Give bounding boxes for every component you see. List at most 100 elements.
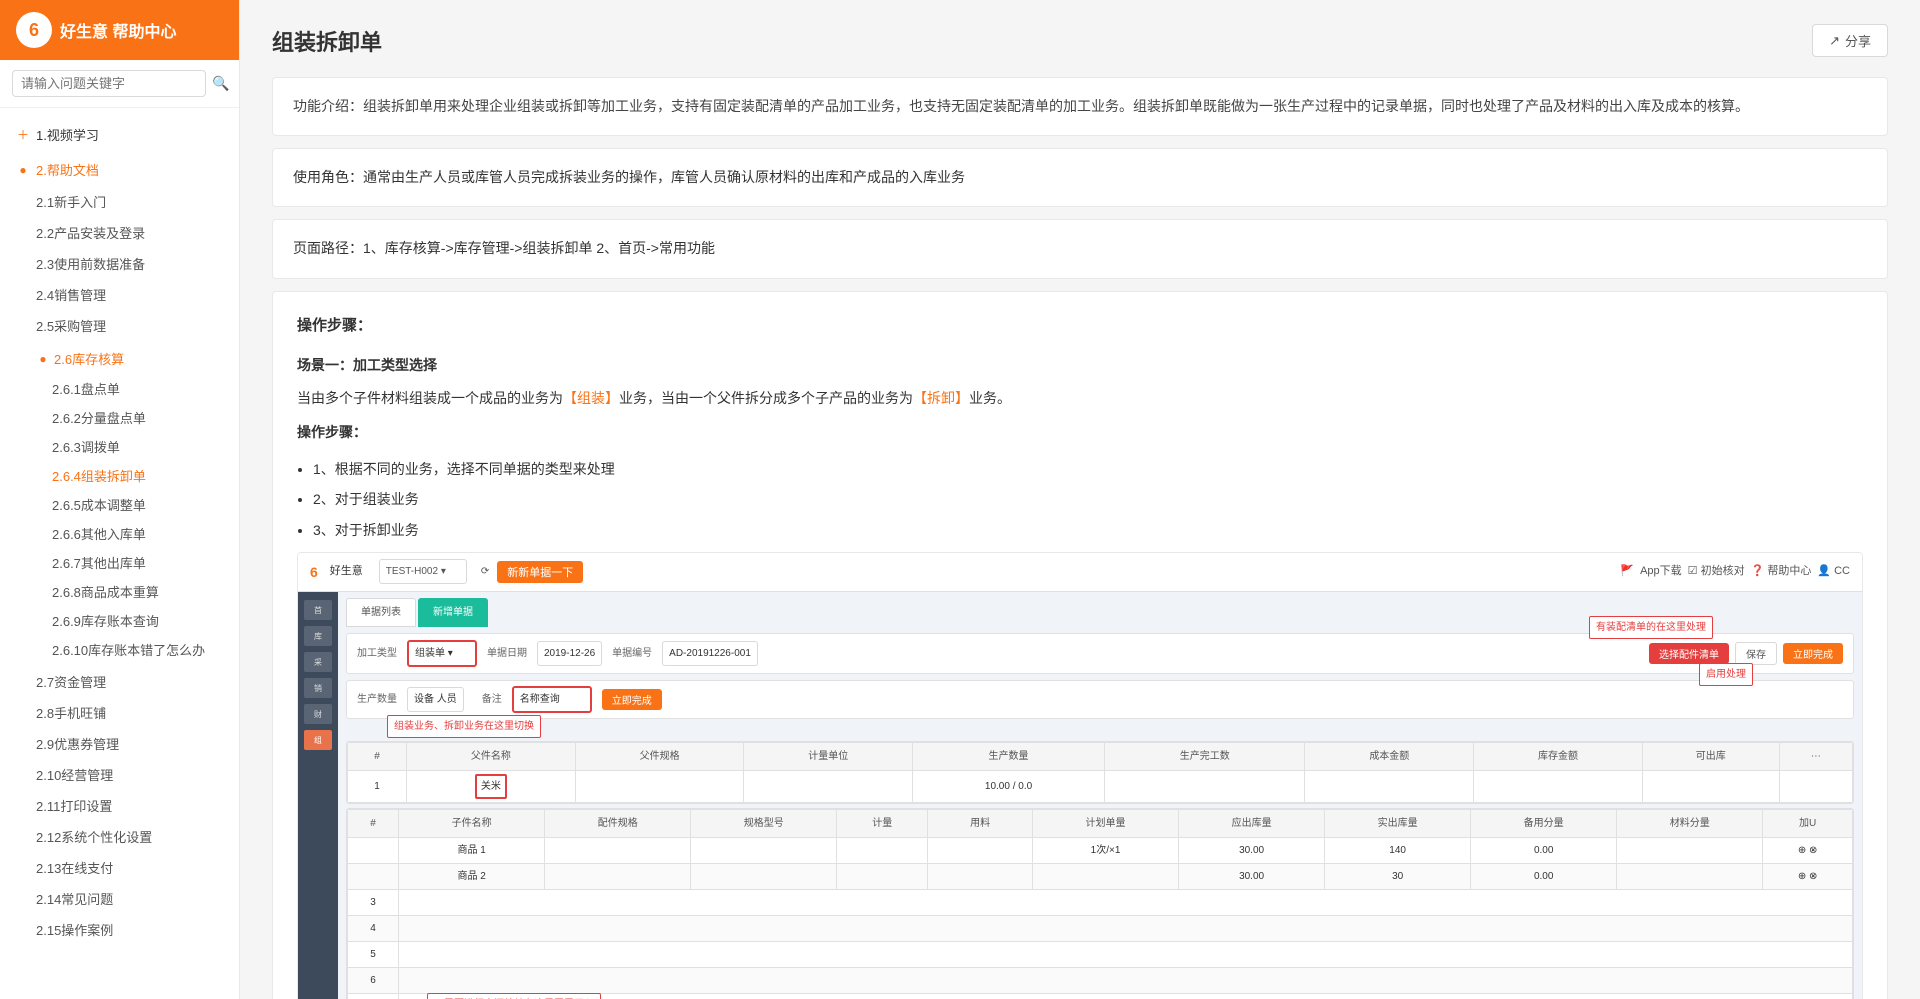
- sidebar-item-faq[interactable]: 2.14常见问题: [28, 883, 239, 914]
- fake-finish-btn[interactable]: 立即完成: [602, 689, 662, 710]
- fake-refresh-icon: ⟳: [481, 562, 489, 581]
- search-button[interactable]: 🔍: [212, 75, 229, 92]
- lrow3-empty: [399, 890, 1853, 916]
- sidebar-item-new[interactable]: 2.1新手入门: [28, 186, 239, 217]
- cell-sval: [1474, 771, 1643, 803]
- table-row: 3: [348, 890, 1853, 916]
- fake-form-actions: 选择配件清单 保存 立即完成: [1649, 642, 1843, 665]
- fake-tab-new[interactable]: 新增单据: [418, 598, 488, 627]
- fake-config-btn[interactable]: 选择配件清单: [1649, 643, 1729, 664]
- fake-help-icon: ❓ 帮助中心: [1751, 561, 1812, 582]
- fake-date-value: 2019-12-26: [537, 641, 602, 666]
- fake-lower-table-wrapper: # 子件名称 配件规格 规格型号 计量 用料 计划单量 应出库量 实出库量: [346, 808, 1854, 999]
- sidebar-item-docs[interactable]: ● 2.帮助文档: [0, 153, 239, 186]
- sidebar-item-s266[interactable]: 2.6.6其他入库单: [44, 519, 239, 548]
- col-available: 可出库: [1642, 743, 1779, 771]
- role-card: 使用角色：通常由生产人员或库管人员完成拆装业务的操作，库管人员确认原材料的出库和…: [272, 148, 1888, 207]
- sidebar-item-s262[interactable]: 2.6.2分量盘点单: [44, 403, 239, 432]
- search-input[interactable]: [12, 70, 206, 97]
- sidebar-item-pay[interactable]: 2.13在线支付: [28, 852, 239, 883]
- fake-company-select: TEST-H002 ▾: [379, 559, 467, 584]
- fake-second-row: 生产数量 设备 人员 备注 名称查询 立即完成 组装业务、拆卸业务在这里切换 启…: [346, 680, 1854, 719]
- fake-type-select[interactable]: 组装单 ▾: [407, 640, 477, 667]
- table-row: 商品 2 30.00 30 0.00: [348, 864, 1853, 890]
- table-row: 1 关米 10.00 / 0.0: [348, 771, 1853, 803]
- operations-body: 操作步骤： 场景一：加工类型选择 当由多个子件材料组装成一个成品的业务为【组装】…: [272, 291, 1888, 999]
- sidebar-item-purchase[interactable]: 2.5采购管理: [28, 310, 239, 341]
- lcol-add: 加U: [1763, 810, 1853, 838]
- fake-user-icon: 👤 CC: [1817, 561, 1850, 582]
- ops-steps-title: 操作步骤：: [297, 419, 1863, 446]
- fake-save-btn[interactable]: 保存: [1735, 642, 1777, 665]
- lrow2-name: 商品 2: [399, 864, 545, 890]
- fake-left-sidebar: 首 库 采 销 财 组: [298, 592, 338, 999]
- plus-icon: ＋: [16, 128, 30, 142]
- intro-card: 功能介绍：组装拆卸单用来处理企业组装或拆卸等加工业务，支持有固定装配清单的产品加…: [272, 77, 1888, 136]
- fake-code-value: AD-20191226-001: [662, 641, 758, 666]
- fake-sidebar-icon-5: 财: [304, 704, 332, 724]
- fake-note-label: 备注: [482, 690, 502, 709]
- col-cost: 成本金额: [1305, 743, 1474, 771]
- minus-icon: ●: [16, 163, 30, 177]
- fake-note-input[interactable]: 名称查询: [512, 686, 592, 713]
- fake-upper-table: # 父件名称 父件规格 计量单位 生产数量 生产完工数 成本金额 库存金额 可出: [347, 742, 1853, 803]
- col-num: #: [348, 743, 407, 771]
- col-parent-spec: 父件规格: [575, 743, 744, 771]
- share-button[interactable]: ↗ 分享: [1812, 24, 1888, 57]
- app-title: 好生意 帮助中心: [60, 18, 176, 42]
- lcol-bk-qty: 备用分量: [1471, 810, 1617, 838]
- sidebar-item-s265[interactable]: 2.6.5成本调整单: [44, 490, 239, 519]
- lrow1-bk: 0.00: [1471, 838, 1617, 864]
- intro-text: 功能介绍：组装拆卸单用来处理企业组装或拆卸等加工业务，支持有固定装配清单的产品加…: [293, 98, 1749, 114]
- sidebar-item-s268[interactable]: 2.6.8商品成本重算: [44, 577, 239, 606]
- sidebar-item-coupon[interactable]: 2.9优惠券管理: [28, 728, 239, 759]
- sidebar: 6 好生意 帮助中心 🔍 ＋ 1.视频学习 ● 2.帮助文档 2.1新手入门 2…: [0, 0, 240, 999]
- nav-group-video: ＋ 1.视频学习: [0, 118, 239, 151]
- lcol-model: 规格型号: [691, 810, 837, 838]
- sidebar-item-video[interactable]: ＋ 1.视频学习: [0, 118, 239, 151]
- table-row: 商品 1 1次/×1 30.00 140 0.00: [348, 838, 1853, 864]
- lrow1-name: 商品 1: [399, 838, 545, 864]
- fake-sidebar-icon-1: 首: [304, 600, 332, 620]
- sidebar-item-sys[interactable]: 2.12系统个性化设置: [28, 821, 239, 852]
- path-text: 页面路径：1、库存核算->库存管理->组装拆卸单 2、首页->常用功能: [293, 240, 715, 256]
- fake-checklist-icon: ☑ 初始核对: [1688, 561, 1745, 582]
- sidebar-item-s2610[interactable]: 2.6.10库存账本错了怎么办: [44, 635, 239, 664]
- fake-upper-table-wrapper: # 父件名称 父件规格 计量单位 生产数量 生产完工数 成本金额 库存金额 可出: [346, 741, 1854, 804]
- sidebar-item-s267[interactable]: 2.6.7其他出库单: [44, 548, 239, 577]
- sidebar-item-install[interactable]: 2.2产品安装及登录: [28, 217, 239, 248]
- sidebar-item-video-label: 1.视频学习: [36, 125, 99, 144]
- sidebar-item-s264[interactable]: 2.6.4组装拆卸单: [44, 461, 239, 490]
- sidebar-item-s269[interactable]: 2.6.9库存账本查询: [44, 606, 239, 635]
- sidebar-item-mobile[interactable]: 2.8手机旺铺: [28, 697, 239, 728]
- fake-new-doc-btn[interactable]: 新新单据一下: [497, 561, 583, 583]
- fake-qty-value: 设备 人员: [407, 687, 464, 712]
- step1: 1、根据不同的业务，选择不同单据的类型来处理: [313, 456, 1863, 483]
- sidebar-item-ops[interactable]: 2.10经营管理: [28, 759, 239, 790]
- sidebar-item-s261[interactable]: 2.6.1盘点单: [44, 374, 239, 403]
- sidebar-item-data[interactable]: 2.3使用前数据准备: [28, 248, 239, 279]
- fake-complete-btn[interactable]: 立即完成: [1783, 643, 1843, 664]
- steps-list: 1、根据不同的业务，选择不同单据的类型来处理 2、对于组装业务 3、对于拆卸业务: [313, 456, 1863, 544]
- fake-upper-table-head: # 父件名称 父件规格 计量单位 生产数量 生产完工数 成本金额 库存金额 可出: [348, 743, 1853, 771]
- lcol-actual-out: 实出库量: [1325, 810, 1471, 838]
- sidebar-item-stock[interactable]: ● 2.6库存核算: [28, 343, 239, 374]
- sidebar-item-s263[interactable]: 2.6.3调拨单: [44, 432, 239, 461]
- lrow1-num: [348, 838, 399, 864]
- fake-tab-list[interactable]: 单据列表: [346, 598, 416, 627]
- lcol-should-out: 应出库量: [1179, 810, 1325, 838]
- annotation-spacer: [346, 725, 1854, 741]
- fake-app-body: 首 库 采 销 财 组 单据列表 新增单据: [298, 592, 1862, 999]
- fake-app-screenshot: 6 好生意 TEST-H002 ▾ ⟳ 新新单据一下 🚩 App下载 ☑ 初始核…: [298, 553, 1862, 999]
- lrow2-num: [348, 864, 399, 890]
- lrow1-actual: 140: [1325, 838, 1471, 864]
- sidebar-item-print[interactable]: 2.11打印设置: [28, 790, 239, 821]
- main-content: 组装拆卸单 ↗ 分享 功能介绍：组装拆卸单用来处理企业组装或拆卸等加工业务，支持…: [240, 0, 1920, 999]
- col-more: ⋯: [1779, 743, 1852, 771]
- sidebar-item-cases[interactable]: 2.15操作案例: [28, 914, 239, 945]
- lrow1-spec: [545, 838, 691, 864]
- fake-form-fields: 加工类型 组装单 ▾ 单据日期 2019-12-26 单据编号 AD-20191…: [357, 640, 1843, 667]
- sidebar-item-finance[interactable]: 2.7资金管理: [28, 666, 239, 697]
- sidebar-item-sales[interactable]: 2.4销售管理: [28, 279, 239, 310]
- sidebar-header: 6 好生意 帮助中心: [0, 0, 239, 60]
